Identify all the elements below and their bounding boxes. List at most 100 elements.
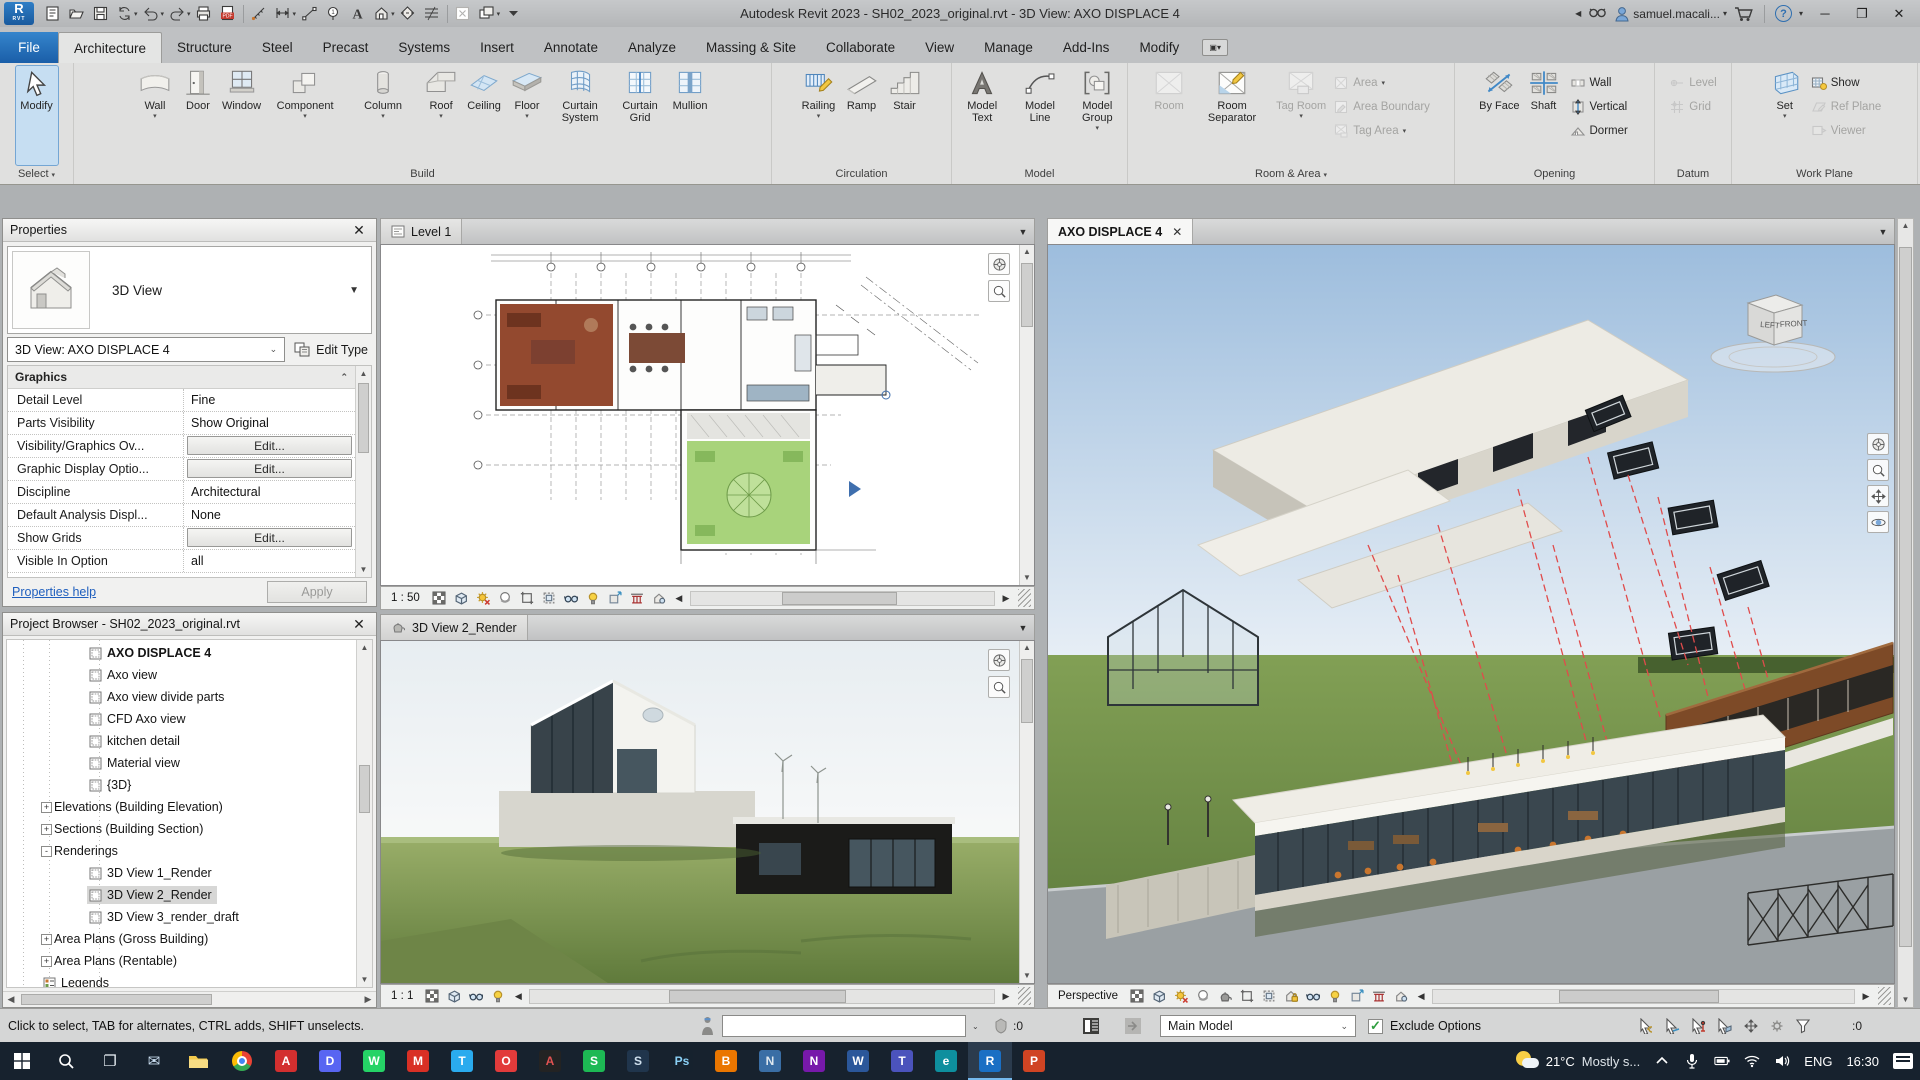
scroll-up-icon[interactable]: ▲	[356, 366, 371, 381]
browser-item-axo-view-divide-parts[interactable]: Axo view divide parts	[7, 686, 356, 708]
select-underlay-icon[interactable]	[1662, 1015, 1684, 1037]
taskbar-autocad-icon[interactable]: A	[528, 1042, 572, 1080]
language-indicator[interactable]: ENG	[1797, 1042, 1839, 1080]
taskbar-start-icon[interactable]	[0, 1042, 44, 1080]
qat-default-3d-view-icon[interactable]	[369, 3, 393, 25]
displace-elements-icon[interactable]	[605, 588, 625, 608]
dropdown-caret-icon[interactable]: ▾	[381, 113, 385, 120]
wifi-icon[interactable]	[1737, 1042, 1767, 1080]
browser-item-cfd-axo-view[interactable]: CFD Axo view	[7, 708, 356, 730]
taskbar-steam-icon[interactable]: S	[616, 1042, 660, 1080]
browser-hscrollbar[interactable]: ◀ ▶	[3, 991, 376, 1007]
taskbar-opera-icon[interactable]: O	[484, 1042, 528, 1080]
reveal-constraints-icon[interactable]	[627, 588, 647, 608]
progress-caret-icon[interactable]: ⌄	[972, 1009, 979, 1043]
collapse-section-icon[interactable]: ⌃	[340, 372, 348, 383]
close-button[interactable]: ✕	[1884, 3, 1914, 25]
scroll-down-icon[interactable]: ▼	[356, 562, 371, 577]
taskbar-search-icon[interactable]	[44, 1042, 88, 1080]
browser-item-3d-view-3-render-draft[interactable]: 3D View 3_render_draft	[7, 906, 356, 928]
panel-label-room-area[interactable]: Room & Area ▾	[1128, 165, 1454, 184]
taskbar-telegram-icon[interactable]: T	[440, 1042, 484, 1080]
ribbon-button-area-boundary[interactable]: Area Boundary	[1329, 96, 1434, 117]
crop-region-icon[interactable]	[517, 588, 537, 608]
edit-type-button[interactable]: Edit Type	[290, 337, 372, 362]
navigation-wheel-icon[interactable]	[1867, 433, 1889, 455]
qat-switch-windows-caret[interactable]: ▾	[497, 10, 501, 18]
browser-item-axo-view[interactable]: Axo view	[7, 664, 356, 686]
ribbon-button-window[interactable]: Window	[220, 66, 263, 165]
app-store-cart-icon[interactable]	[1734, 6, 1754, 22]
browser-item-axo-displace-4[interactable]: AXO DISPLACE 4	[7, 642, 356, 664]
scroll-up-icon[interactable]: ▲	[357, 640, 372, 655]
qat-switch-windows-icon[interactable]	[475, 3, 499, 25]
taskbar-gmail-icon[interactable]: M	[396, 1042, 440, 1080]
main-vscrollbar[interactable]: ▲ ▼	[1897, 218, 1914, 1008]
dropdown-caret-icon[interactable]: ▾	[1382, 80, 1386, 87]
dropdown-caret-icon[interactable]: ▾	[303, 113, 307, 120]
detail-level-icon[interactable]	[429, 588, 449, 608]
qat-undo-caret[interactable]: ▾	[161, 10, 165, 18]
browser-scrollbar[interactable]: ▲ ▼	[356, 640, 372, 987]
scroll-right-icon[interactable]: ▶	[998, 987, 1014, 1005]
ribbon-button-modify[interactable]: Modify	[14, 65, 59, 166]
taskbar-file-explorer-icon[interactable]	[176, 1042, 220, 1080]
pan-icon[interactable]	[1867, 485, 1889, 507]
taskbar-discord-icon[interactable]: D	[308, 1042, 352, 1080]
account-menu[interactable]: samuel.macali... ▾	[1614, 6, 1727, 22]
battery-icon[interactable]	[1707, 1042, 1737, 1080]
orbit-icon[interactable]	[1867, 511, 1889, 533]
view-list-caret-icon[interactable]: ▼	[1012, 227, 1034, 237]
detail-level-icon[interactable]	[422, 986, 442, 1006]
design-options-icon[interactable]	[1080, 1009, 1102, 1043]
filter-icon[interactable]	[1792, 1015, 1814, 1037]
section-header-graphics[interactable]: Graphics ⌃	[8, 366, 355, 389]
tree-expander-icon[interactable]: +	[41, 823, 52, 835]
scroll-left-icon[interactable]: ◀	[1413, 987, 1429, 1005]
resize-grip[interactable]	[1018, 589, 1031, 607]
tab-annotate[interactable]: Annotate	[529, 32, 613, 63]
plan-canvas[interactable]: ▲ ▼	[380, 244, 1035, 586]
microphone-icon[interactable]	[1677, 1042, 1707, 1080]
temporary-hide-isolate-icon[interactable]	[466, 986, 486, 1006]
restore-button[interactable]: ❐	[1847, 3, 1877, 25]
qat-save-icon[interactable]	[88, 3, 112, 25]
minimize-button[interactable]: ─	[1810, 3, 1840, 25]
navigation-wheel-icon[interactable]	[988, 253, 1010, 275]
ribbon-button-set[interactable]: Set ▾	[1764, 66, 1806, 165]
render-canvas[interactable]: ▲ ▼	[380, 640, 1035, 984]
panel-label-build[interactable]: Build	[74, 165, 771, 184]
hscrollbar-track[interactable]	[529, 988, 995, 1004]
ribbon-button-curtain-system[interactable]: Curtain System	[549, 66, 611, 165]
search-icon[interactable]	[1588, 6, 1607, 21]
qat-tag-by-category-icon[interactable]: 1	[321, 3, 345, 25]
view-selector-dropdown[interactable]: 3D View: AXO DISPLACE 4 ⌄	[7, 337, 286, 362]
ribbon-button-wall[interactable]: Wall ▾	[134, 66, 176, 165]
type-selector[interactable]: 3D View ▼	[7, 246, 372, 334]
ribbon-button-by-face[interactable]: By Face	[1477, 66, 1521, 165]
qat-customize-quick-access-icon[interactable]	[501, 3, 525, 25]
tab-collaborate[interactable]: Collaborate	[811, 32, 910, 63]
scroll-right-icon[interactable]: ▶	[998, 589, 1014, 607]
status-progress-input[interactable]	[722, 1015, 966, 1037]
taskbar-chrome-icon[interactable]	[220, 1042, 264, 1080]
scroll-right-icon[interactable]: ▶	[1858, 987, 1874, 1005]
tab-analyze[interactable]: Analyze	[613, 32, 691, 63]
project-browser-title-bar[interactable]: Project Browser - SH02_2023_original.rvt…	[3, 613, 376, 636]
taskbar-onenote-icon[interactable]: N	[792, 1042, 836, 1080]
tree-expander-icon[interactable]: -	[41, 845, 52, 857]
qat-thin-lines-icon[interactable]	[420, 3, 444, 25]
tree-expander-icon[interactable]: +	[41, 801, 52, 813]
panel-label-work-plane[interactable]: Work Plane	[1732, 165, 1917, 184]
plan-vscrollbar[interactable]: ▲ ▼	[1019, 245, 1034, 585]
axo-view-mode[interactable]: Perspective	[1051, 990, 1125, 1002]
scroll-left-icon[interactable]: ◀	[671, 589, 687, 607]
ribbon-button-dormer[interactable]: Dormer	[1566, 120, 1632, 141]
reveal-hidden-elements-icon[interactable]	[488, 986, 508, 1006]
plan-scale[interactable]: 1 : 50	[384, 592, 427, 604]
viewcube-front-face[interactable]: FRONT	[1780, 319, 1808, 329]
qat-open-icon[interactable]	[64, 3, 88, 25]
browser-item-area-plans-gross-building[interactable]: + Area Plans (Gross Building)	[7, 928, 356, 950]
dropdown-caret-icon[interactable]: ▾	[1403, 128, 1407, 135]
crop-region-icon[interactable]	[1237, 986, 1257, 1006]
